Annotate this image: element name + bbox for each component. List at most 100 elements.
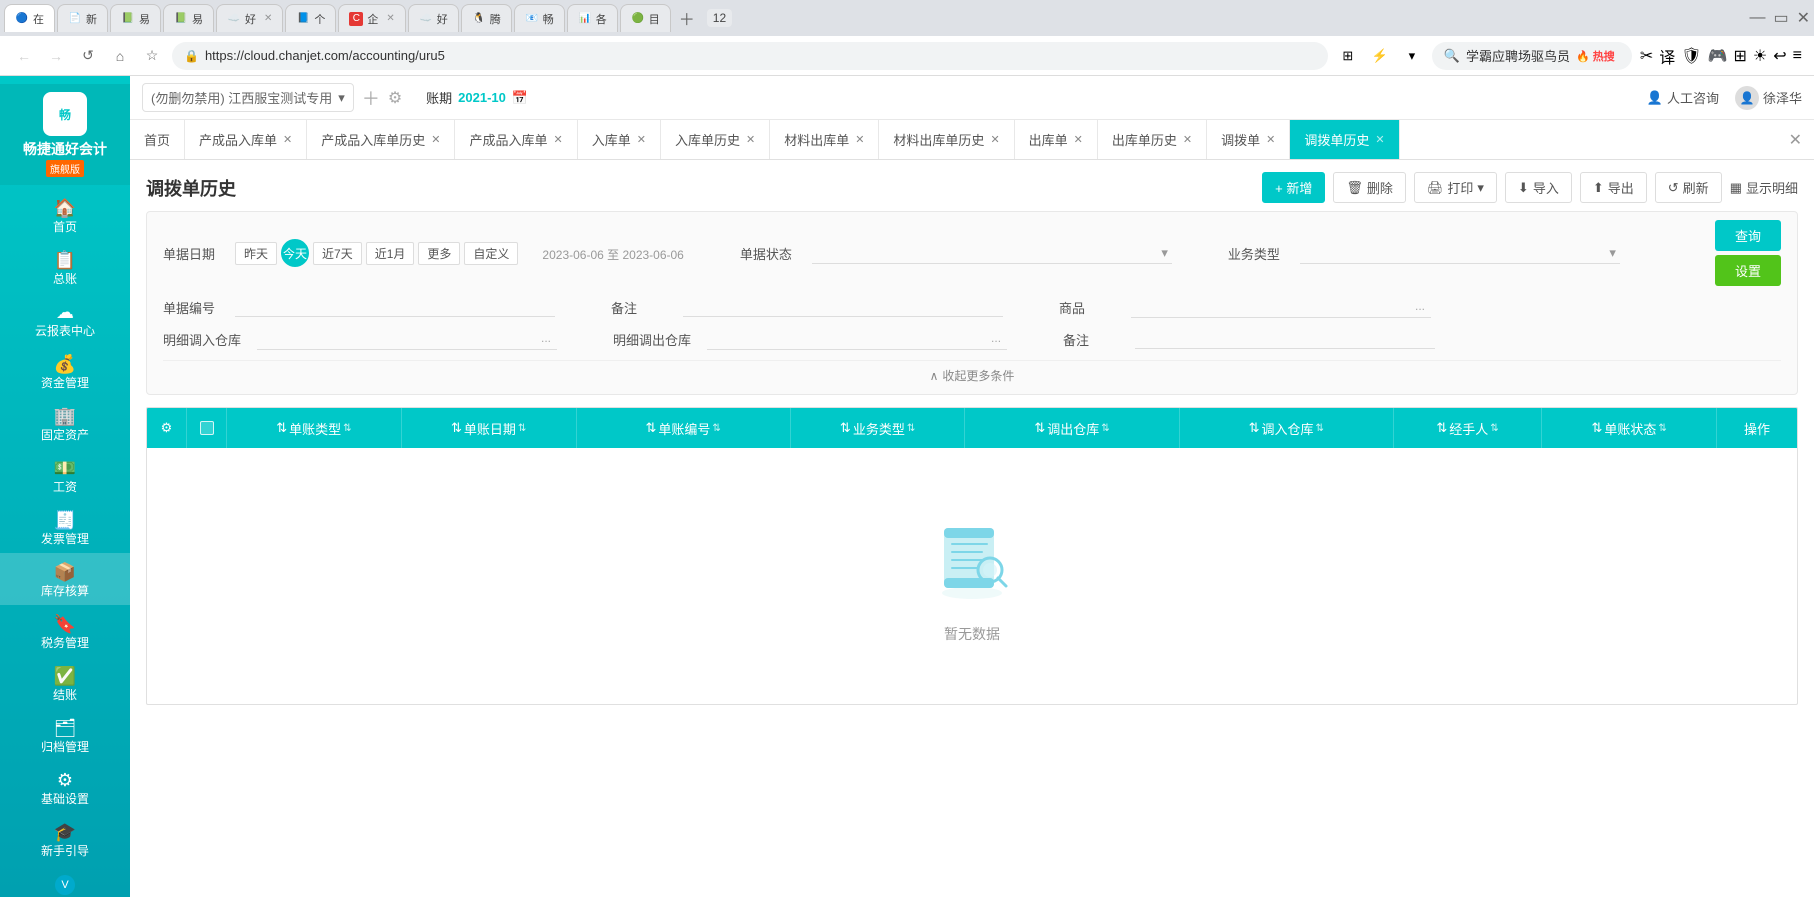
bookmark-button[interactable]: ☆ (140, 44, 164, 68)
settings-gear-icon[interactable]: ⚙ (388, 88, 402, 108)
nav-tab-material-out-history[interactable]: 材料出库单历史 ✕ (879, 120, 1014, 160)
close-icon[interactable]: ✕ (1797, 8, 1810, 28)
home-button[interactable]: ⌂ (108, 44, 132, 68)
new-tab-button[interactable]: ＋ (673, 4, 701, 32)
status-filter-select[interactable]: ▾ (812, 243, 1172, 264)
back-button[interactable]: ← (12, 44, 36, 68)
forward-button[interactable]: → (44, 44, 68, 68)
collapse-btn[interactable]: ∧ 收起更多条件 (930, 367, 1015, 384)
show-cols-btn[interactable]: ▦ 显示明细 (1730, 178, 1798, 197)
th-doc-status[interactable]: ⇅ 单账状态 ⇅ (1542, 408, 1717, 448)
nav-tab-close-8[interactable]: ✕ (1074, 133, 1083, 146)
th-doc-num[interactable]: ⇅ 单账编号 ⇅ (577, 408, 791, 448)
filter-settings-btn[interactable]: 设置 (1715, 255, 1781, 286)
undo-icon[interactable]: ↩ (1773, 46, 1786, 66)
browser-tab-2[interactable]: 📗 易 (110, 4, 161, 32)
browser-tab-3[interactable]: 📗 易 (163, 4, 214, 32)
nav-tab-close-9[interactable]: ✕ (1183, 133, 1192, 146)
detail-out-ellipsis-btn[interactable]: ... (987, 331, 1005, 345)
browser-tab-4[interactable]: ☁️ 好 ✕ (216, 4, 283, 32)
nav-tab-transfer[interactable]: 调拨单 ✕ (1207, 120, 1290, 160)
scissors-icon[interactable]: ✂ (1640, 46, 1653, 66)
nav-tab-close-5[interactable]: ✕ (746, 133, 755, 146)
browser-tab-5[interactable]: 📘 个 (285, 4, 336, 32)
sidebar-item-inventory[interactable]: 📦 库存核算 (0, 553, 130, 605)
url-input[interactable]: 🔒 https://cloud.chanjet.com/accounting/u… (172, 42, 1328, 70)
th-gear[interactable]: ⚙ (147, 408, 187, 448)
goods-filter-input[interactable] (1131, 296, 1411, 315)
sidebar-item-guide[interactable]: 🎓 新手引导 (0, 813, 130, 865)
print-btn[interactable]: 🖨 打印 ▾ (1414, 172, 1497, 203)
nav-tab-out-history[interactable]: 出库单历史 ✕ (1098, 120, 1207, 160)
nav-tab-finished-in2[interactable]: 产成品入库单 ✕ (455, 120, 577, 160)
grid-icon[interactable]: ⊞ (1336, 44, 1360, 68)
nav-tab-finished-in[interactable]: 产成品入库单 ✕ (185, 120, 307, 160)
detail-in-ellipsis-btn[interactable]: ... (537, 331, 555, 345)
browser-tab-10[interactable]: 📊 各 (567, 4, 618, 32)
goods-ellipsis-btn[interactable]: ... (1411, 299, 1429, 313)
th-doc-type[interactable]: ⇅ 单账类型 ⇅ (227, 408, 402, 448)
delete-btn[interactable]: 🗑 删除 (1333, 172, 1406, 203)
tab-count-badge[interactable]: 12 (707, 9, 732, 27)
tabs-nav-close-all[interactable]: ✕ (1777, 130, 1814, 150)
maximize-icon[interactable]: ▭ (1773, 8, 1788, 28)
new-btn[interactable]: + 新增 (1262, 172, 1325, 203)
import-btn[interactable]: ⬇ 导入 (1505, 172, 1572, 203)
grid2-icon[interactable]: ⊞ (1734, 46, 1747, 66)
add-company-btn[interactable]: ＋ (362, 85, 380, 111)
nav-tab-in[interactable]: 入库单 ✕ (578, 120, 661, 160)
nav-tab-close-11[interactable]: ✕ (1375, 133, 1384, 146)
browser-tab-6[interactable]: C 企 ✕ (338, 4, 405, 32)
search-bar[interactable]: 🔍 学霸应聘场驱鸟员 🔥 热搜 (1432, 42, 1632, 70)
nav-tab-finished-in-history[interactable]: 产成品入库单历史 ✕ (307, 120, 455, 160)
last1month-btn[interactable]: 近1月 (366, 242, 415, 265)
browser-tab-11[interactable]: 🟢 目 (620, 4, 671, 32)
today-btn[interactable]: 今天 (281, 239, 309, 267)
sidebar-item-funds[interactable]: 💰 资金管理 (0, 345, 130, 397)
gamepad-icon[interactable]: 🎮 (1708, 46, 1728, 66)
browser-tab-0[interactable]: 🔵 在 (4, 4, 55, 32)
nav-tab-close-10[interactable]: ✕ (1266, 133, 1275, 146)
sidebar-item-reports[interactable]: ☁ 云报表中心 (0, 293, 130, 345)
browser-tab-9[interactable]: 📧 畅 (514, 4, 565, 32)
export-btn[interactable]: ⬆ 导出 (1580, 172, 1647, 203)
sidebar-item-assets[interactable]: 🏢 固定资产 (0, 397, 130, 449)
sidebar-item-member[interactable]: V 畅会员 (0, 865, 130, 897)
sidebar-item-tax[interactable]: 🔖 税务管理 (0, 605, 130, 657)
nav-tab-material-out[interactable]: 材料出库单 ✕ (770, 120, 879, 160)
remark-filter-input[interactable] (683, 297, 1003, 317)
select-all-checkbox[interactable] (200, 421, 214, 435)
support-btn[interactable]: 👤 人工咨询 (1647, 88, 1719, 107)
sidebar-item-invoice[interactable]: 🧾 发票管理 (0, 501, 130, 553)
refresh-button[interactable]: ↺ (76, 44, 100, 68)
browser-tab-8[interactable]: 🐧 腾 (461, 4, 512, 32)
yesterday-btn[interactable]: 昨天 (235, 242, 277, 265)
th-biz-type[interactable]: ⇅ 业务类型 ⇅ (791, 408, 966, 448)
th-check[interactable] (187, 408, 227, 448)
company-selector[interactable]: (勿删勿禁用) 江西服宝测试专用 ▾ (142, 83, 354, 112)
menu-icon[interactable]: ≡ (1793, 47, 1802, 65)
translate-icon[interactable]: 译 (1659, 44, 1675, 68)
th-doc-date[interactable]: ⇅ 单账日期 ⇅ (402, 408, 577, 448)
query-btn[interactable]: 查询 (1715, 220, 1781, 251)
nav-tab-out[interactable]: 出库单 ✕ (1015, 120, 1098, 160)
user-avatar[interactable]: 👤 徐泽华 (1735, 86, 1802, 110)
th-in-wh[interactable]: ⇅ 调入仓库 ⇅ (1180, 408, 1394, 448)
lightning-icon[interactable]: ⚡ (1368, 44, 1392, 68)
remark2-filter-input[interactable] (1135, 329, 1435, 349)
refresh-btn[interactable]: ↺ 刷新 (1655, 172, 1722, 203)
brightness-icon[interactable]: ☀ (1753, 46, 1767, 66)
nav-tab-close-3[interactable]: ✕ (554, 133, 563, 146)
sidebar-item-home[interactable]: 🏠 首页 (0, 189, 130, 241)
nav-tab-home[interactable]: 首页 (130, 120, 185, 160)
nav-tab-close-6[interactable]: ✕ (855, 133, 864, 146)
more-date-btn[interactable]: 更多 (418, 242, 460, 265)
last7days-btn[interactable]: 近7天 (313, 242, 362, 265)
sidebar-item-archive[interactable]: 🗂 归档管理 (0, 709, 130, 761)
nav-tab-close-4[interactable]: ✕ (637, 133, 646, 146)
nav-tab-close-2[interactable]: ✕ (431, 133, 440, 146)
sidebar-item-salary[interactable]: 💵 工资 (0, 449, 130, 501)
detail-out-filter-input[interactable] (707, 328, 987, 347)
nav-tab-in-history[interactable]: 入库单历史 ✕ (661, 120, 770, 160)
minimize-icon[interactable]: — (1749, 9, 1765, 27)
